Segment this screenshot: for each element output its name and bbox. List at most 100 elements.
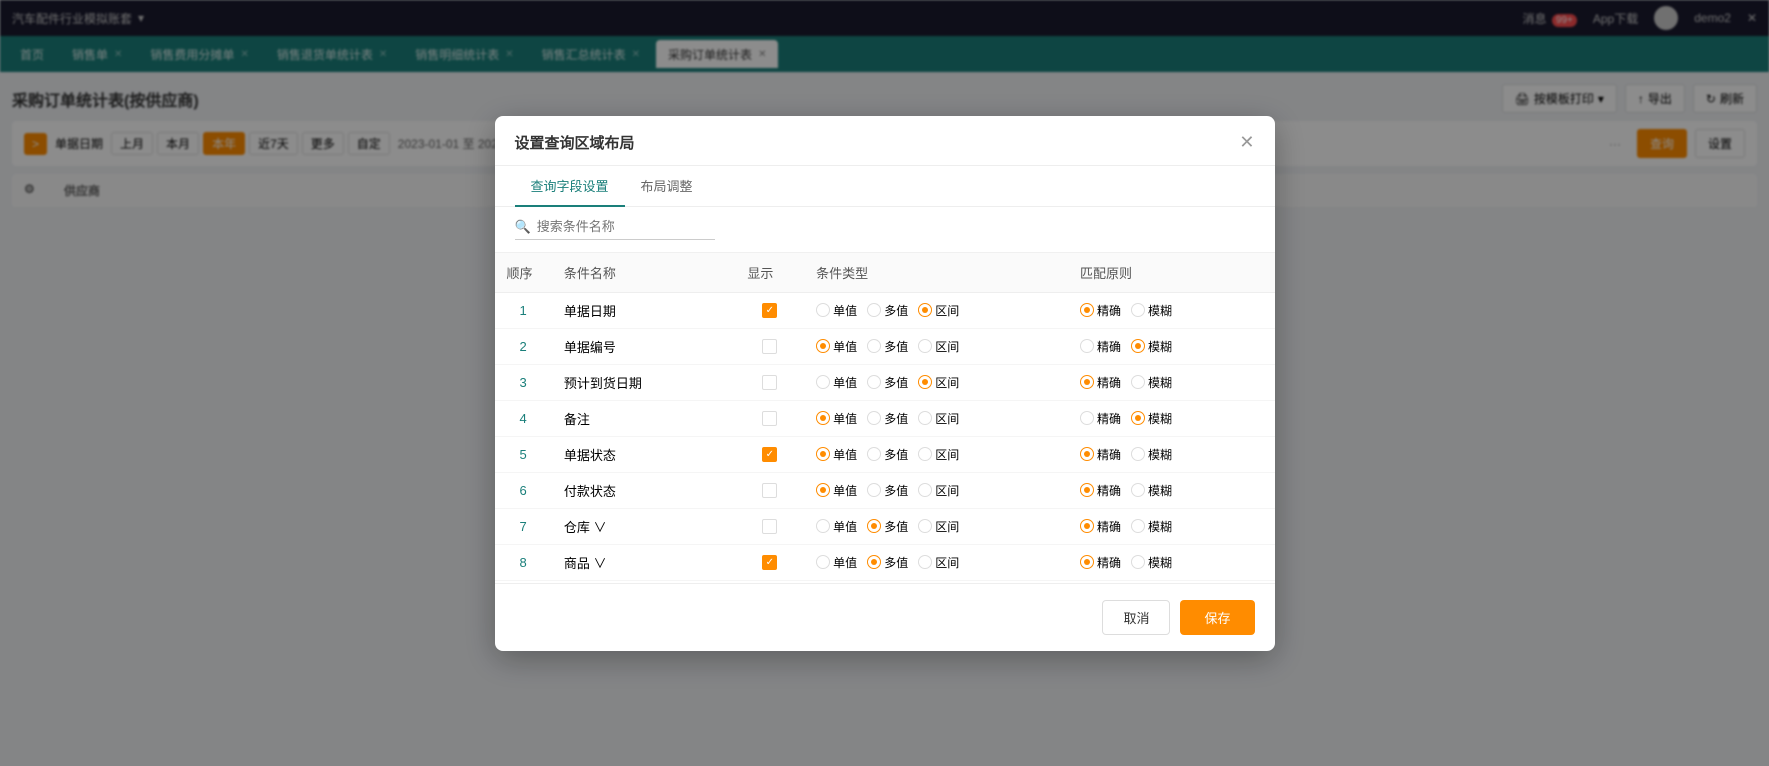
radio-type-range[interactable]: 区间 <box>918 374 959 391</box>
radio-type-single[interactable]: 单值 <box>816 446 857 463</box>
table-row: 8商品 ∨单值多值区间精确模糊 <box>495 544 1275 580</box>
table-row: 2单据编号单值多值区间精确模糊 <box>495 328 1275 364</box>
dialog-close-button[interactable]: ✕ <box>1239 133 1254 151</box>
radio-type-single[interactable]: 单值 <box>816 482 857 499</box>
cell-name: 付款状态 <box>552 472 736 508</box>
cell-order: 5 <box>495 436 552 472</box>
radio-type-multi[interactable]: 多值 <box>867 518 908 535</box>
radio-type-single[interactable]: 单值 <box>816 338 857 355</box>
search-input[interactable] <box>537 219 715 234</box>
cell-show <box>735 328 804 364</box>
cell-show <box>735 436 804 472</box>
show-checkbox[interactable] <box>762 411 777 426</box>
radio-match-exact[interactable]: 精确 <box>1080 518 1121 535</box>
radio-match-exact[interactable]: 精确 <box>1080 482 1121 499</box>
cell-name: 商品 ∨ <box>552 544 736 580</box>
radio-match-exact[interactable]: 精确 <box>1080 410 1121 427</box>
table-row: 5单据状态单值多值区间精确模糊 <box>495 436 1275 472</box>
radio-match-fuzzy[interactable]: 模糊 <box>1131 554 1172 571</box>
dialog-title: 设置查询区域布局 <box>515 132 635 153</box>
table-row: 4备注单值多值区间精确模糊 <box>495 400 1275 436</box>
cell-match: 精确模糊 <box>1068 364 1275 400</box>
radio-type-range[interactable]: 区间 <box>918 338 959 355</box>
table-row: 1单据日期单值多值区间精确模糊 <box>495 292 1275 328</box>
radio-match-fuzzy[interactable]: 模糊 <box>1131 446 1172 463</box>
radio-circle-match-fuzzy <box>1131 447 1145 461</box>
cell-show <box>735 400 804 436</box>
radio-circle-match-fuzzy <box>1131 519 1145 533</box>
cell-type: 单值多值区间 <box>804 472 1068 508</box>
radio-type-range[interactable]: 区间 <box>918 446 959 463</box>
radio-circle-match-exact <box>1080 375 1094 389</box>
radio-circle-single <box>816 519 830 533</box>
radio-match-fuzzy[interactable]: 模糊 <box>1131 338 1172 355</box>
cell-type: 单值多值区间 <box>804 544 1068 580</box>
radio-match-fuzzy[interactable]: 模糊 <box>1131 482 1172 499</box>
show-checkbox[interactable] <box>762 447 777 462</box>
th-show: 显示 <box>735 253 804 293</box>
radio-circle-match-exact <box>1080 519 1094 533</box>
cell-match: 精确模糊 <box>1068 472 1275 508</box>
cell-order: 2 <box>495 328 552 364</box>
show-checkbox[interactable] <box>762 555 777 570</box>
cell-type: 单值多值区间 <box>804 364 1068 400</box>
cell-show <box>735 508 804 544</box>
radio-circle-multi <box>867 303 881 317</box>
radio-type-range[interactable]: 区间 <box>918 482 959 499</box>
radio-type-multi[interactable]: 多值 <box>867 338 908 355</box>
cell-match: 精确模糊 <box>1068 400 1275 436</box>
radio-type-single[interactable]: 单值 <box>816 518 857 535</box>
th-order: 顺序 <box>495 253 552 293</box>
radio-type-multi[interactable]: 多值 <box>867 410 908 427</box>
tab-layout-adjust[interactable]: 布局调整 <box>625 166 709 207</box>
radio-circle-match-fuzzy <box>1131 483 1145 497</box>
radio-match-fuzzy[interactable]: 模糊 <box>1131 302 1172 319</box>
radio-type-range[interactable]: 区间 <box>918 554 959 571</box>
radio-type-single[interactable]: 单值 <box>816 374 857 391</box>
th-type: 条件类型 <box>804 253 1068 293</box>
radio-circle-range <box>918 303 932 317</box>
radio-circle-range <box>918 339 932 353</box>
radio-type-range[interactable]: 区间 <box>918 518 959 535</box>
show-checkbox[interactable] <box>762 483 777 498</box>
radio-type-multi[interactable]: 多值 <box>867 374 908 391</box>
radio-match-exact[interactable]: 精确 <box>1080 554 1121 571</box>
radio-match-exact[interactable]: 精确 <box>1080 302 1121 319</box>
radio-type-multi[interactable]: 多值 <box>867 302 908 319</box>
radio-type-multi[interactable]: 多值 <box>867 446 908 463</box>
th-name: 条件名称 <box>552 253 736 293</box>
radio-circle-multi <box>867 483 881 497</box>
save-button[interactable]: 保存 <box>1180 600 1254 635</box>
radio-type-single[interactable]: 单值 <box>816 410 857 427</box>
radio-type-multi[interactable]: 多值 <box>867 482 908 499</box>
cell-type: 单值多值区间 <box>804 400 1068 436</box>
radio-circle-match-exact <box>1080 447 1094 461</box>
cancel-button[interactable]: 取消 <box>1102 600 1170 635</box>
show-checkbox[interactable] <box>762 375 777 390</box>
modal-overlay: 设置查询区域布局 ✕ 查询字段设置 布局调整 🔍 顺序 <box>0 0 1769 766</box>
radio-type-single[interactable]: 单值 <box>816 302 857 319</box>
radio-type-multi[interactable]: 多值 <box>867 554 908 571</box>
radio-circle-match-exact <box>1080 411 1094 425</box>
show-checkbox[interactable] <box>762 519 777 534</box>
radio-circle-range <box>918 555 932 569</box>
cell-order: 1 <box>495 292 552 328</box>
cell-type: 单值多值区间 <box>804 436 1068 472</box>
radio-match-fuzzy[interactable]: 模糊 <box>1131 518 1172 535</box>
show-checkbox[interactable] <box>762 303 777 318</box>
radio-circle-match-exact <box>1080 303 1094 317</box>
radio-type-range[interactable]: 区间 <box>918 302 959 319</box>
radio-match-exact[interactable]: 精确 <box>1080 338 1121 355</box>
show-checkbox[interactable] <box>762 339 777 354</box>
radio-match-fuzzy[interactable]: 模糊 <box>1131 410 1172 427</box>
radio-match-fuzzy[interactable]: 模糊 <box>1131 374 1172 391</box>
tab-query-fields[interactable]: 查询字段设置 <box>515 166 625 207</box>
radio-match-exact[interactable]: 精确 <box>1080 374 1121 391</box>
cell-order: 8 <box>495 544 552 580</box>
radio-circle-match-fuzzy <box>1131 555 1145 569</box>
radio-type-range[interactable]: 区间 <box>918 410 959 427</box>
radio-circle-match-fuzzy <box>1131 303 1145 317</box>
table-row: 3预计到货日期单值多值区间精确模糊 <box>495 364 1275 400</box>
radio-type-single[interactable]: 单值 <box>816 554 857 571</box>
radio-match-exact[interactable]: 精确 <box>1080 446 1121 463</box>
